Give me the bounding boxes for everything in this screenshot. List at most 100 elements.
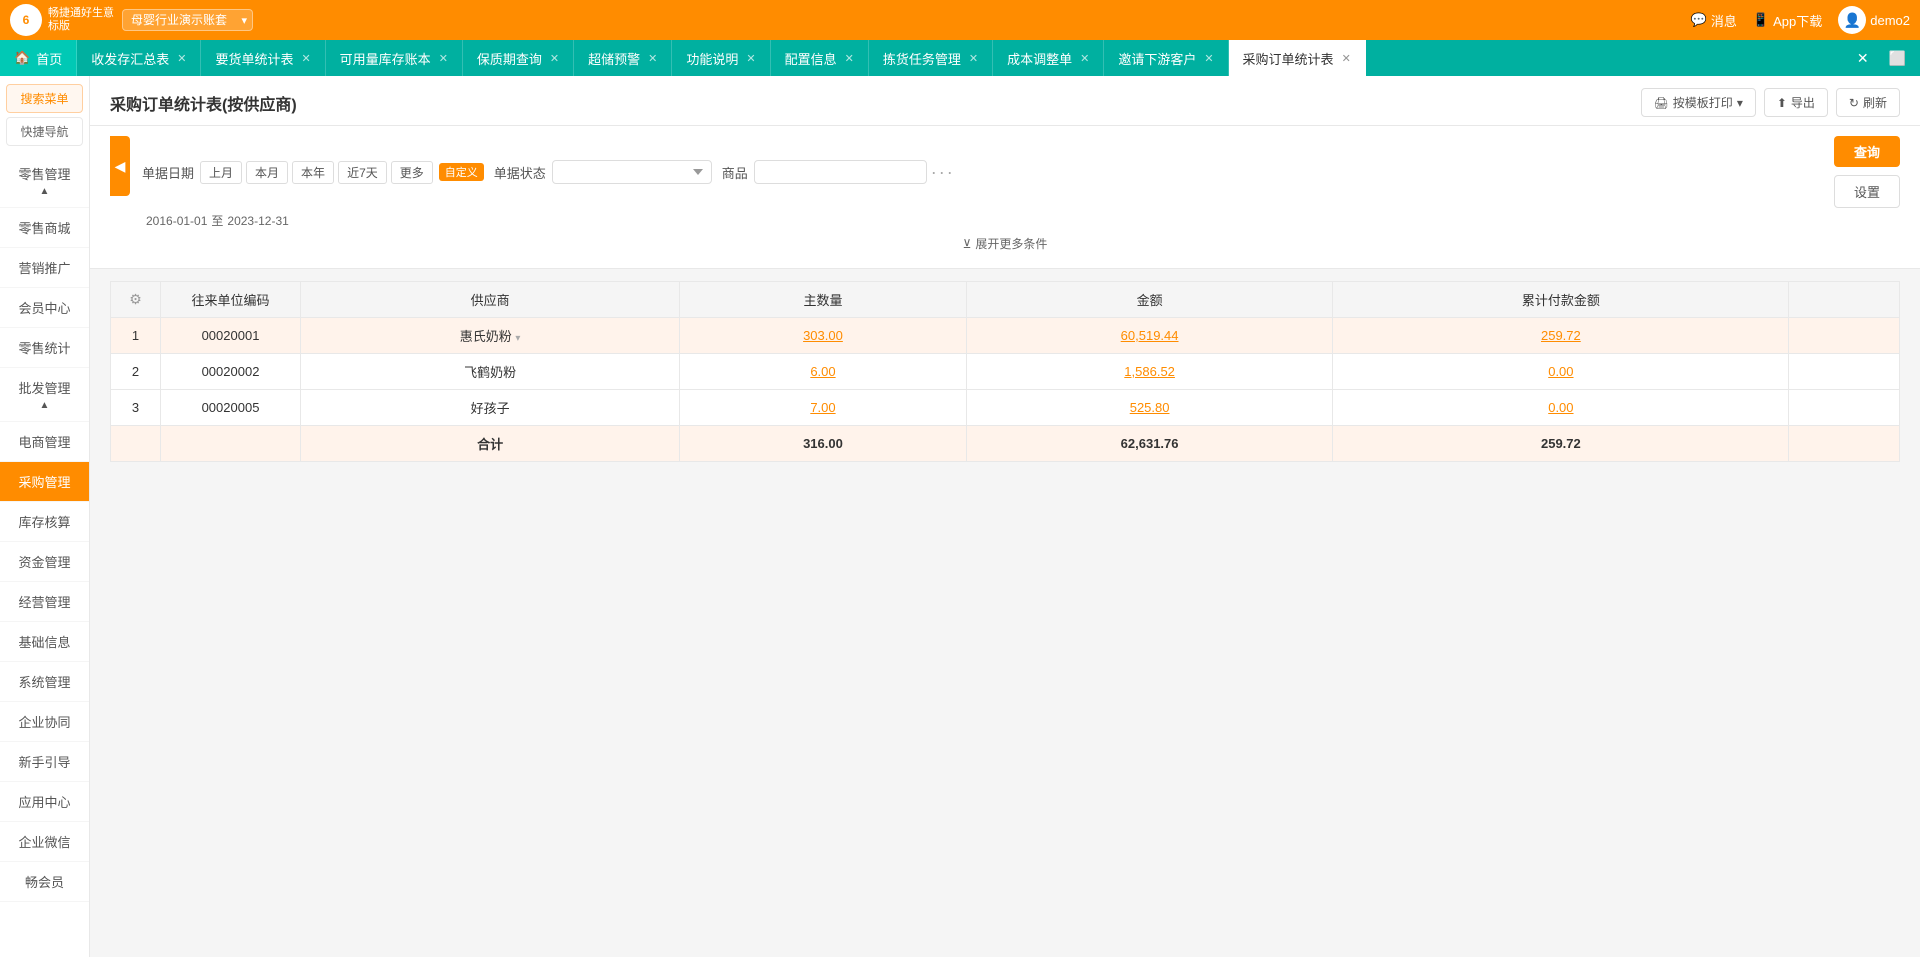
export-btn[interactable]: ⬆ 导出: [1764, 88, 1828, 117]
tab-purchase-stats[interactable]: 采购订单统计表 ✕: [1229, 40, 1366, 76]
sidebar-item-finance[interactable]: 资金管理: [0, 542, 89, 582]
filter-goods-group: 商品 ···: [722, 160, 955, 184]
tab-close-collect-send[interactable]: ✕: [177, 52, 186, 65]
tab-close-cost-adjust[interactable]: ✕: [1080, 52, 1089, 65]
sidebar-search-btn[interactable]: 搜索菜单: [6, 84, 83, 113]
page-header: 采购订单统计表(按供应商) 🖨 按模板打印 ▾ ⬆ 导出 ↻ 刷新: [90, 76, 1920, 126]
nav-close-all-btn[interactable]: ✕: [1851, 48, 1875, 69]
goods-more-icon[interactable]: ···: [931, 162, 955, 183]
sidebar-item-newbie[interactable]: 新手引导: [0, 742, 89, 782]
shortcut-7days[interactable]: 近7天: [338, 161, 387, 184]
th-supplier: 供应商: [301, 282, 680, 318]
workspace-selector[interactable]: 母婴行业演示账套: [122, 9, 253, 31]
tab-pick-task[interactable]: 拣货任务管理 ✕: [869, 40, 993, 76]
expand-more-area: ⊻ 展开更多条件: [110, 229, 1900, 258]
message-icon: 💬: [1691, 12, 1707, 28]
row1-code: 00020001: [161, 318, 301, 354]
supplier-arrow-icon: ▾: [515, 333, 520, 344]
query-btn[interactable]: 查询: [1834, 136, 1900, 167]
user-profile-btn[interactable]: 👤 demo2: [1838, 6, 1910, 34]
filter-row-date-range: 2016-01-01 至 2023-12-31: [142, 212, 1900, 229]
row2-qty[interactable]: 6.00: [680, 354, 967, 390]
logo-area: 6 畅捷通好生意 标版: [10, 4, 114, 36]
date-range-display: 2016-01-01 至 2023-12-31: [146, 212, 289, 229]
sidebar-item-purchase[interactable]: 采购管理: [0, 462, 89, 502]
shortcut-this-month[interactable]: 本月: [246, 161, 288, 184]
footer-qty: 316.00: [680, 426, 967, 462]
top-bar-right: 💬 消息 📱 App下载 👤 demo2: [1691, 6, 1910, 34]
print-dropdown-icon[interactable]: ▾: [1737, 96, 1743, 110]
shortcut-more[interactable]: 更多: [391, 161, 433, 184]
status-select[interactable]: [552, 160, 712, 184]
expand-more-btn[interactable]: ⊻ 展开更多条件: [963, 235, 1048, 252]
footer-amount: 62,631.76: [966, 426, 1333, 462]
tab-close-config-info[interactable]: ✕: [845, 52, 854, 65]
sidebar-item-marketing[interactable]: 营销推广: [0, 248, 89, 288]
table-area: ⚙ 往来单位编码 供应商 主数量 金额: [90, 269, 1920, 957]
tab-config-info[interactable]: 配置信息 ✕: [771, 40, 869, 76]
sidebar-item-retail[interactable]: 零售管理 ▲: [0, 154, 89, 208]
tab-cost-adjust[interactable]: 成本调整单 ✕: [993, 40, 1104, 76]
goods-input[interactable]: [754, 160, 927, 184]
row3-supplier: 好孩子: [301, 390, 680, 426]
tab-available-stock[interactable]: 可用量库存账本 ✕: [326, 40, 463, 76]
tab-close-invite-downstream[interactable]: ✕: [1204, 52, 1213, 65]
content-area: 采购订单统计表(按供应商) 🖨 按模板打印 ▾ ⬆ 导出 ↻ 刷新: [90, 76, 1920, 957]
row2-amount[interactable]: 1,586.52: [966, 354, 1333, 390]
sidebar-item-enterprise-wx[interactable]: 企业微信: [0, 822, 89, 862]
tab-close-shelf-life[interactable]: ✕: [550, 52, 559, 65]
sidebar-item-member[interactable]: 会员中心: [0, 288, 89, 328]
sidebar-item-inventory[interactable]: 库存核算: [0, 502, 89, 542]
sidebar-item-enterprise[interactable]: 企业协同: [0, 702, 89, 742]
settings-btn[interactable]: 设置: [1834, 175, 1900, 208]
row3-qty[interactable]: 7.00: [680, 390, 967, 426]
goods-input-wrap: ···: [754, 160, 955, 184]
sidebar-item-basic-info[interactable]: 基础信息: [0, 622, 89, 662]
sidebar-item-ecommerce[interactable]: 电商管理: [0, 422, 89, 462]
tab-close-function-desc[interactable]: ✕: [746, 52, 755, 65]
tab-close-overstock[interactable]: ✕: [648, 52, 657, 65]
shortcut-last-month[interactable]: 上月: [200, 161, 242, 184]
nav-restore-btn[interactable]: ⬜: [1883, 48, 1912, 69]
filter-row-1: 单据日期 上月 本月 本年 近7天 更多 自定义 单据状态: [142, 136, 1900, 208]
tab-invite-downstream[interactable]: 邀请下游客户 ✕: [1104, 40, 1228, 76]
row3-paid[interactable]: 0.00: [1333, 390, 1789, 426]
tab-home[interactable]: 🏠 首页: [0, 40, 77, 76]
sidebar-item-retail-stats[interactable]: 零售统计: [0, 328, 89, 368]
sidebar-quick-nav-btn[interactable]: 快捷导航: [6, 117, 83, 146]
message-btn[interactable]: 💬 消息: [1691, 11, 1737, 30]
sidebar-item-app-center[interactable]: 应用中心: [0, 782, 89, 822]
app-download-btn[interactable]: 📱 App下载: [1753, 11, 1822, 30]
filter-bar: ◀ 单据日期 上月 本月 本年 近7天 更多 自定义: [90, 126, 1920, 269]
sidebar-item-sys-mgmt[interactable]: 系统管理: [0, 662, 89, 702]
filter-toggle-btn[interactable]: ◀: [110, 136, 130, 196]
tab-close-available-stock[interactable]: ✕: [439, 52, 448, 65]
sidebar-item-operations[interactable]: 经营管理: [0, 582, 89, 622]
table-settings-icon[interactable]: ⚙: [129, 291, 142, 307]
tab-function-desc[interactable]: 功能说明 ✕: [672, 40, 770, 76]
row3-amount[interactable]: 525.80: [966, 390, 1333, 426]
tab-overstock[interactable]: 超储预警 ✕: [574, 40, 672, 76]
row1-seq: 1: [111, 318, 161, 354]
shortcut-this-year[interactable]: 本年: [292, 161, 334, 184]
row1-qty[interactable]: 303.00: [680, 318, 967, 354]
row1-paid[interactable]: 259.72: [1333, 318, 1789, 354]
row2-paid[interactable]: 0.00: [1333, 354, 1789, 390]
print-btn[interactable]: 🖨 按模板打印 ▾: [1641, 88, 1756, 117]
tab-close-purchase-stats[interactable]: ✕: [1342, 52, 1351, 65]
row1-amount[interactable]: 60,519.44: [966, 318, 1333, 354]
refresh-btn[interactable]: ↻ 刷新: [1836, 88, 1900, 117]
workspace-selector-wrap[interactable]: 母婴行业演示账套: [122, 9, 253, 31]
sidebar-item-retail-store[interactable]: 零售商城: [0, 208, 89, 248]
sidebar-item-wholesale[interactable]: 批发管理 ▲: [0, 368, 89, 422]
top-bar-left: 6 畅捷通好生意 标版 母婴行业演示账套: [10, 4, 253, 36]
tab-shelf-life[interactable]: 保质期查询 ✕: [463, 40, 574, 76]
tab-collect-send[interactable]: 收发存汇总表 ✕: [77, 40, 201, 76]
sidebar-item-vip[interactable]: 畅会员: [0, 862, 89, 902]
th-qty: 主数量: [680, 282, 967, 318]
table-footer-row: 合计 316.00 62,631.76 259.72: [111, 426, 1900, 462]
tab-close-pick-task[interactable]: ✕: [969, 52, 978, 65]
tab-order-stats[interactable]: 要货单统计表 ✕: [201, 40, 325, 76]
tab-close-order-stats[interactable]: ✕: [301, 52, 310, 65]
row2-extra: [1789, 354, 1900, 390]
